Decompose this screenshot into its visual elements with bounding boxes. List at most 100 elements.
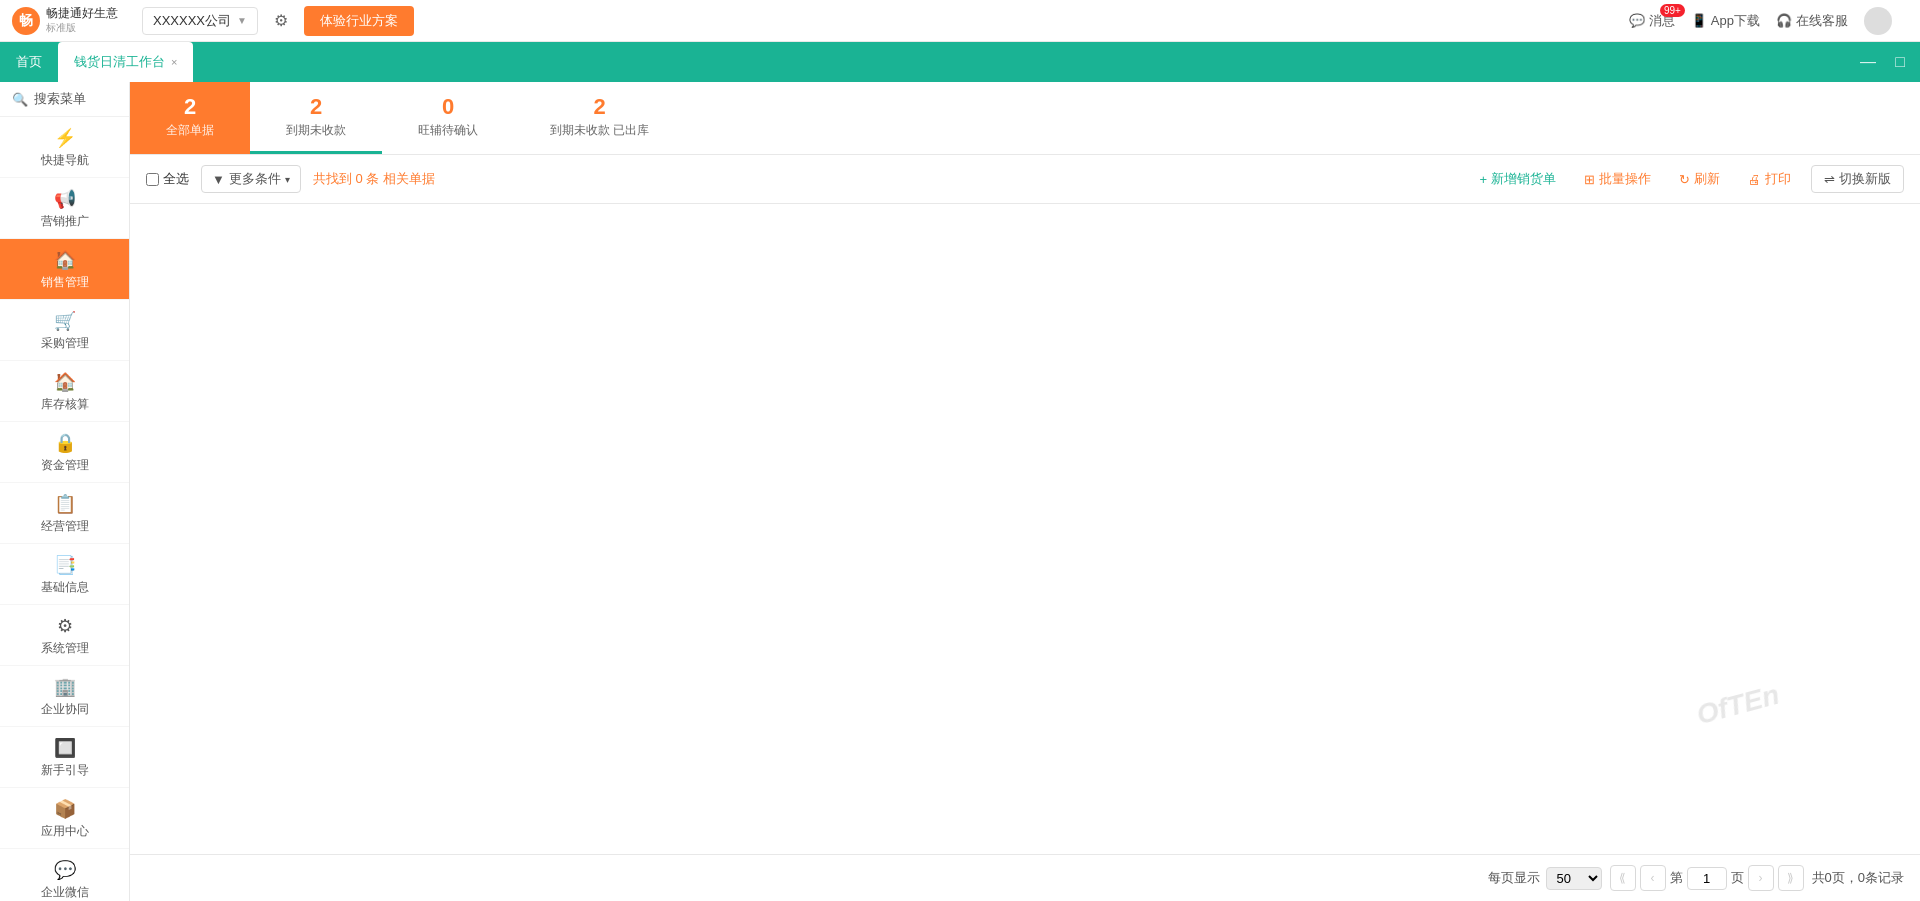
filter-icon: ▼	[212, 172, 225, 187]
headset-icon: 🎧	[1776, 13, 1792, 28]
add-sale-button[interactable]: + 新增销货单	[1471, 166, 1564, 192]
found-count-text: 共找到 0 条 相关单据	[313, 170, 435, 188]
batch-operation-button[interactable]: ⊞ 批量操作	[1576, 166, 1659, 192]
chevron-down-icon: ▼	[237, 15, 247, 26]
refresh-button[interactable]: ↻ 刷新	[1671, 166, 1728, 192]
quick-nav-icon: ⚡	[54, 127, 76, 149]
basic-info-icon: 📑	[54, 554, 76, 576]
sidebar-label-sales: 销售管理	[41, 274, 89, 291]
logo-text: 畅捷通好生意	[46, 6, 118, 22]
maximize-button[interactable]: □	[1888, 50, 1912, 74]
stats-count-pending: 0	[442, 94, 454, 120]
sidebar-item-quick-nav[interactable]: ⚡ 快捷导航	[0, 117, 129, 178]
print-icon: 🖨	[1748, 172, 1761, 187]
tab-home[interactable]: 首页	[0, 42, 58, 82]
stats-count-overdue: 2	[310, 94, 322, 120]
sidebar-label-finance: 资金管理	[41, 457, 89, 474]
finance-icon: 🔒	[54, 432, 76, 454]
nav-tab-actions: — □	[1856, 50, 1920, 74]
sidebar-label-purchase: 采购管理	[41, 335, 89, 352]
sidebar-item-basic-info[interactable]: 📑 基础信息	[0, 544, 129, 605]
filter-button[interactable]: ▼ 更多条件 ▾	[201, 165, 301, 193]
sidebar-label-inventory: 库存核算	[41, 396, 89, 413]
inventory-icon: 🏠	[54, 371, 76, 393]
page-nav: ⟪ ‹ 第 页 › ⟫	[1610, 865, 1804, 891]
stats-label-all: 全部单据	[166, 122, 214, 139]
stats-count-shipped: 2	[594, 94, 606, 120]
sidebar-item-wechat[interactable]: 💬 企业微信	[0, 849, 129, 901]
refresh-icon: ↻	[1679, 172, 1690, 187]
online-service-button[interactable]: 🎧 在线客服	[1776, 12, 1848, 30]
stats-label-shipped: 到期未收款 已出库	[550, 122, 649, 139]
stats-tab-overdue[interactable]: 2 到期未收款	[250, 82, 382, 154]
sidebar-item-marketing[interactable]: 📢 营销推广	[0, 178, 129, 239]
select-all-label: 全选	[163, 170, 189, 188]
app-download-button[interactable]: 📱 App下载	[1691, 12, 1760, 30]
sales-icon: 🏠	[54, 249, 76, 271]
sidebar-item-system[interactable]: ⚙ 系统管理	[0, 605, 129, 666]
main-layout: 🔍 搜索菜单 ⚡ 快捷导航 📢 营销推广 🏠 销售管理 🛒 采购管理 🏠 库存核…	[0, 82, 1920, 901]
stats-tabs: 2 全部单据 2 到期未收款 0 旺辅待确认 2 到期未收款 已出库	[130, 82, 1920, 155]
wechat-icon: 💬	[54, 859, 76, 881]
newbie-icon: 🔲	[54, 737, 76, 759]
stats-label-pending: 旺辅待确认	[418, 122, 478, 139]
stats-tab-pending[interactable]: 0 旺辅待确认	[382, 82, 514, 154]
tab-money-daily[interactable]: 钱货日清工作台 ×	[58, 42, 193, 82]
page-prefix: 第	[1670, 869, 1683, 887]
print-button[interactable]: 🖨 打印	[1740, 166, 1799, 192]
avatar[interactable]	[1864, 7, 1892, 35]
message-badge: 99+	[1660, 4, 1685, 17]
next-page-button[interactable]: ›	[1748, 865, 1774, 891]
close-tab-icon[interactable]: ×	[171, 56, 177, 68]
message-button[interactable]: 💬 消息 99+	[1629, 12, 1675, 30]
sidebar: 🔍 搜索菜单 ⚡ 快捷导航 📢 营销推广 🏠 销售管理 🛒 采购管理 🏠 库存核…	[0, 82, 130, 901]
sidebar-search[interactable]: 🔍 搜索菜单	[0, 82, 129, 117]
per-page-select[interactable]: 20 50 100	[1546, 867, 1602, 890]
sidebar-item-operation[interactable]: 📋 经营管理	[0, 483, 129, 544]
sidebar-label-operation: 经营管理	[41, 518, 89, 535]
sidebar-label-system: 系统管理	[41, 640, 89, 657]
sidebar-label-basic-info: 基础信息	[41, 579, 89, 596]
sidebar-label-app-center: 应用中心	[41, 823, 89, 840]
marketing-icon: 📢	[54, 188, 76, 210]
stats-tab-all[interactable]: 2 全部单据	[130, 82, 250, 154]
minimize-button[interactable]: —	[1856, 50, 1880, 74]
search-icon: 🔍	[12, 92, 28, 107]
app-center-icon: 📦	[54, 798, 76, 820]
prev-page-button[interactable]: ‹	[1640, 865, 1666, 891]
select-all-input[interactable]	[146, 173, 159, 186]
sidebar-item-purchase[interactable]: 🛒 采购管理	[0, 300, 129, 361]
total-info: 共0页，0条记录	[1812, 869, 1904, 887]
toolbar-left: 全选 ▼ 更多条件 ▾ 共找到 0 条 相关单据	[146, 165, 435, 193]
sidebar-item-sales[interactable]: 🏠 销售管理	[0, 239, 129, 300]
message-icon: 💬	[1629, 13, 1645, 28]
per-page-label: 每页显示	[1488, 869, 1540, 887]
sidebar-label-cooperation: 企业协同	[41, 701, 89, 718]
switch-version-button[interactable]: ⇌ 切换新版	[1811, 165, 1904, 193]
per-page-section: 每页显示 20 50 100	[1488, 867, 1602, 890]
sidebar-label-marketing: 营销推广	[41, 213, 89, 230]
stats-count-all: 2	[184, 94, 196, 120]
pagination: 每页显示 20 50 100 ⟪ ‹ 第 页 › ⟫ 共0页，0条记录	[130, 854, 1920, 901]
top-header: 畅 畅捷通好生意 标准版 XXXXXX公司 ▼ ⚙ 体验行业方案 💬 消息 99…	[0, 0, 1920, 42]
logo-area: 畅 畅捷通好生意 标准版	[12, 6, 142, 36]
try-industry-button[interactable]: 体验行业方案	[304, 6, 414, 36]
download-icon: 📱	[1691, 13, 1707, 28]
page-suffix: 页	[1731, 869, 1744, 887]
company-selector[interactable]: XXXXXX公司 ▼	[142, 7, 258, 35]
last-page-button[interactable]: ⟫	[1778, 865, 1804, 891]
sidebar-item-inventory[interactable]: 🏠 库存核算	[0, 361, 129, 422]
stats-tab-shipped[interactable]: 2 到期未收款 已出库	[514, 82, 685, 154]
batch-icon: ⊞	[1584, 172, 1595, 187]
sidebar-item-finance[interactable]: 🔒 资金管理	[0, 422, 129, 483]
header-right: 💬 消息 99+ 📱 App下载 🎧 在线客服	[1629, 7, 1908, 35]
first-page-button[interactable]: ⟪	[1610, 865, 1636, 891]
sidebar-item-newbie[interactable]: 🔲 新手引导	[0, 727, 129, 788]
select-all-checkbox[interactable]: 全选	[146, 170, 189, 188]
sidebar-item-cooperation[interactable]: 🏢 企业协同	[0, 666, 129, 727]
company-name: XXXXXX公司	[153, 12, 231, 30]
logo-sub: 标准版	[46, 21, 118, 35]
page-input[interactable]	[1687, 867, 1727, 890]
settings-icon[interactable]: ⚙	[266, 6, 296, 36]
sidebar-item-app-center[interactable]: 📦 应用中心	[0, 788, 129, 849]
